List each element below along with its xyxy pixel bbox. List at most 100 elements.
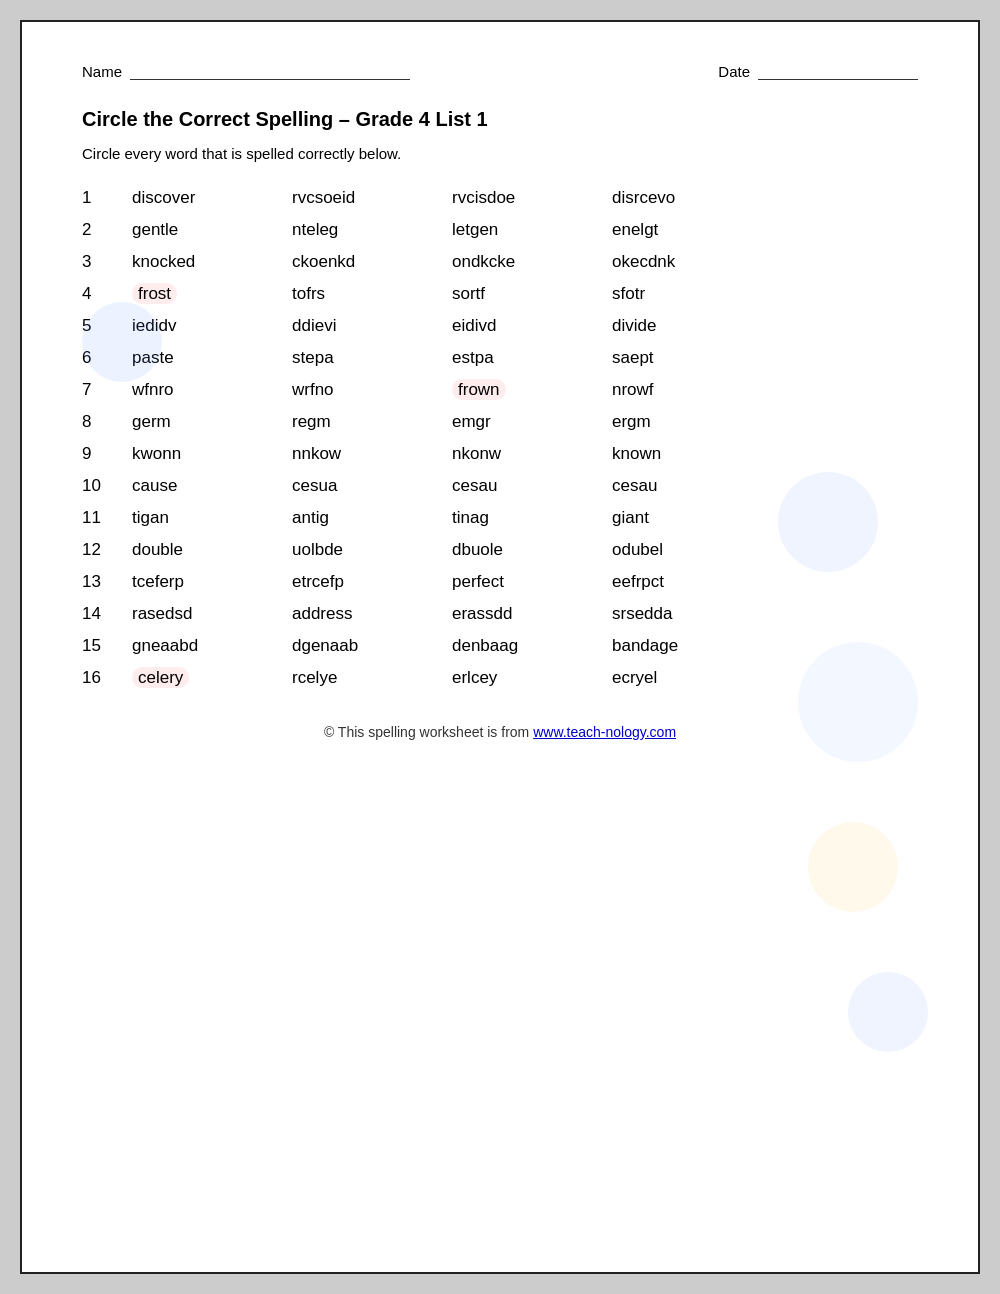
word-cell: etrcefp (292, 572, 452, 592)
word-cell: gentle (132, 220, 292, 240)
word-cell: tigan (132, 508, 292, 528)
word-cell: enelgt (612, 220, 772, 240)
word-cell: erassdd (452, 604, 612, 624)
word-cell: odubel (612, 540, 772, 560)
word-cell: tceferp (132, 572, 292, 592)
word-cell: rvcsoeid (292, 188, 452, 208)
word-cell: ddievi (292, 316, 452, 336)
name-field: Name (82, 62, 410, 80)
word-cell: sortf (452, 284, 612, 304)
footer-link[interactable]: www.teach-nology.com (533, 724, 676, 740)
word-cell: divide (612, 316, 772, 336)
table-row: 12doubleuolbdedbuoleodubel (82, 534, 918, 566)
word-cell: nrowf (612, 380, 772, 400)
name-underline (130, 62, 410, 80)
row-number: 1 (82, 188, 132, 208)
row-number: 7 (82, 380, 132, 400)
row-number: 15 (82, 636, 132, 656)
date-label: Date (718, 63, 750, 80)
row-number: 9 (82, 444, 132, 464)
page-title: Circle the Correct Spelling – Grade 4 Li… (82, 108, 918, 131)
word-cell: uolbde (292, 540, 452, 560)
word-cell: ondkcke (452, 252, 612, 272)
word-cell: iedidv (132, 316, 292, 336)
word-cell: rcelye (292, 668, 452, 688)
highlighted-word: frost (132, 283, 177, 304)
word-cell: cause (132, 476, 292, 496)
word-cell: dbuole (452, 540, 612, 560)
word-cell: cesau (612, 476, 772, 496)
word-cell: stepa (292, 348, 452, 368)
word-cell: erlcey (452, 668, 612, 688)
word-cell: denbaag (452, 636, 612, 656)
table-row: 15gneaabddgenaabdenbaagbandage (82, 630, 918, 662)
word-cell: cesau (452, 476, 612, 496)
row-number: 13 (82, 572, 132, 592)
word-cell: frost (132, 284, 292, 304)
word-cell: antig (292, 508, 452, 528)
date-field: Date (718, 62, 918, 80)
word-cell: okecdnk (612, 252, 772, 272)
word-cell: regm (292, 412, 452, 432)
word-cell: tofrs (292, 284, 452, 304)
word-cell: discover (132, 188, 292, 208)
table-row: 13tceferpetrcefpperfecteefrpct (82, 566, 918, 598)
word-cell: ecryel (612, 668, 772, 688)
word-cell: emgr (452, 412, 612, 432)
table-row: 4frosttofrssortfsfotr (82, 278, 918, 310)
word-cell: disrcevo (612, 188, 772, 208)
word-cell: nkonw (452, 444, 612, 464)
word-cell: address (292, 604, 452, 624)
word-list: 1discoverrvcsoeidrvcisdoedisrcevo2gentle… (82, 182, 918, 694)
table-row: 8germregmemgrergm (82, 406, 918, 438)
word-cell: perfect (452, 572, 612, 592)
table-row: 1discoverrvcsoeidrvcisdoedisrcevo (82, 182, 918, 214)
word-cell: wfnro (132, 380, 292, 400)
word-cell: saept (612, 348, 772, 368)
row-number: 10 (82, 476, 132, 496)
table-row: 10causecesuacesaucesau (82, 470, 918, 502)
instruction-text: Circle every word that is spelled correc… (82, 145, 918, 162)
row-number: 4 (82, 284, 132, 304)
row-number: 5 (82, 316, 132, 336)
word-cell: tinag (452, 508, 612, 528)
row-number: 12 (82, 540, 132, 560)
word-cell: letgen (452, 220, 612, 240)
word-cell: rvcisdoe (452, 188, 612, 208)
word-cell: frown (452, 380, 612, 400)
word-cell: giant (612, 508, 772, 528)
word-cell: nnkow (292, 444, 452, 464)
row-number: 2 (82, 220, 132, 240)
date-underline (758, 62, 918, 80)
table-row: 2gentlentelegletgenenelgt (82, 214, 918, 246)
word-cell: srsedda (612, 604, 772, 624)
worksheet-page: Name Date Circle the Correct Spelling – … (20, 20, 980, 1274)
word-cell: known (612, 444, 772, 464)
highlighted-word: frown (452, 379, 506, 400)
highlighted-word: celery (132, 667, 189, 688)
word-cell: estpa (452, 348, 612, 368)
word-cell: eefrpct (612, 572, 772, 592)
header: Name Date (82, 62, 918, 80)
footer-text: © This spelling worksheet is from (324, 724, 533, 740)
word-cell: rasedsd (132, 604, 292, 624)
word-cell: germ (132, 412, 292, 432)
word-cell: celery (132, 668, 292, 688)
table-row: 7wfnrowrfnofrown nrowf (82, 374, 918, 406)
footer: © This spelling worksheet is from www.te… (82, 724, 918, 740)
word-cell: paste (132, 348, 292, 368)
word-cell: cesua (292, 476, 452, 496)
table-row: 3knockedckoenkdondkckeokecdnk (82, 246, 918, 278)
word-cell: kwonn (132, 444, 292, 464)
table-row: 16celeryrcelyeerlceyecryel (82, 662, 918, 694)
word-cell: dgenaab (292, 636, 452, 656)
word-cell: knocked (132, 252, 292, 272)
table-row: 11tiganantigtinaggiant (82, 502, 918, 534)
word-cell: ckoenkd (292, 252, 452, 272)
row-number: 11 (82, 508, 132, 528)
word-cell: wrfno (292, 380, 452, 400)
row-number: 8 (82, 412, 132, 432)
row-number: 6 (82, 348, 132, 368)
word-cell: eidivd (452, 316, 612, 336)
word-cell: bandage (612, 636, 772, 656)
